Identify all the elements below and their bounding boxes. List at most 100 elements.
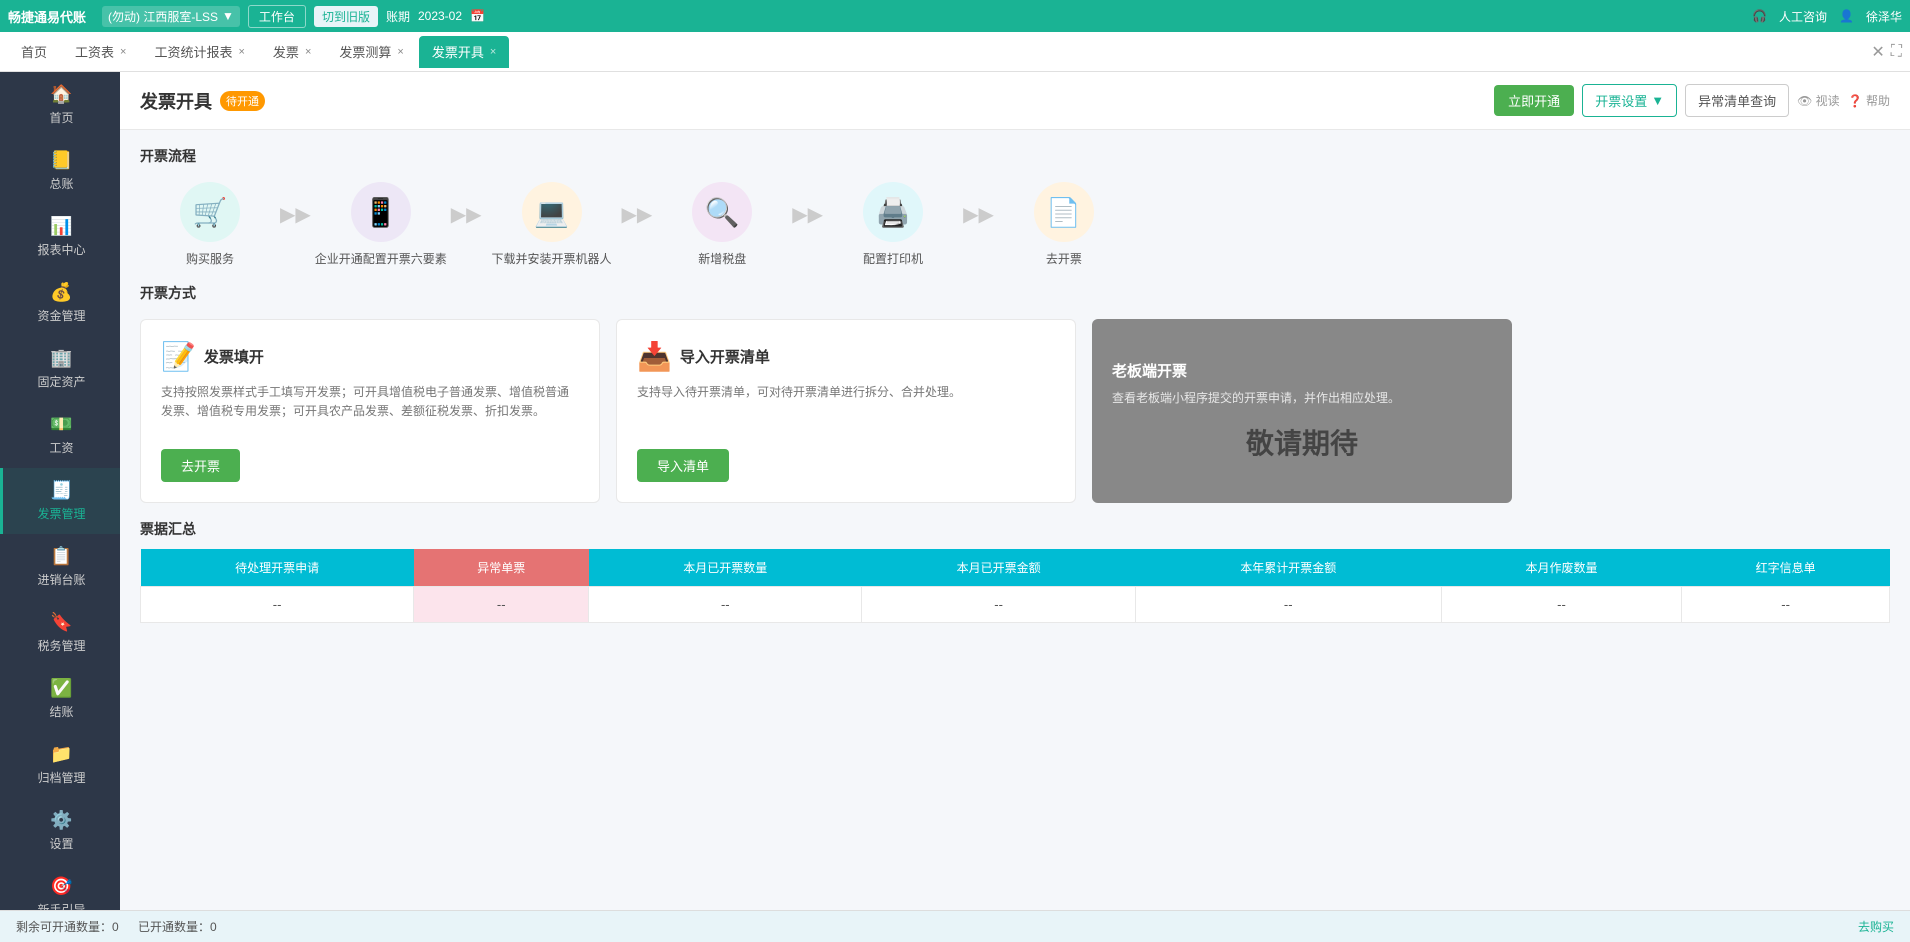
- settings-button[interactable]: 开票设置 ▼: [1582, 84, 1677, 117]
- tab-invoice-label: 发票: [273, 42, 299, 61]
- card-fill-icon: 📝: [161, 340, 196, 373]
- reports-icon: 📊: [50, 216, 72, 237]
- view-label[interactable]: 👁 视读: [1797, 92, 1840, 109]
- sidebar-label-settings: 设置: [49, 835, 73, 852]
- arrow-2: ▶▶: [622, 202, 653, 227]
- top-bar-right: 🎧 人工咨询 👤 徐泽华: [1752, 8, 1902, 25]
- sidebar-item-purchase-sales[interactable]: 📋 进销台账: [0, 534, 120, 600]
- sidebar-item-closing[interactable]: ✅ 结账: [0, 666, 120, 732]
- salary-icon: 💵: [50, 414, 72, 435]
- assets-icon: 🏢: [50, 348, 72, 369]
- switch-version-button[interactable]: 切到旧版: [314, 6, 378, 27]
- step-3-icon: 🔍: [692, 182, 752, 242]
- main-layout: 🏠 首页 📒 总账 📊 报表中心 💰 资金管理 🏢 固定资产 💵 工资 🧾 发票…: [0, 72, 1910, 910]
- sidebar-item-reports[interactable]: 📊 报表中心: [0, 204, 120, 270]
- period-value: 2023-02: [418, 9, 462, 23]
- tab-invoice[interactable]: 发票 ×: [260, 36, 324, 68]
- card-fill-title-row: 📝 发票填开: [161, 340, 579, 373]
- tab-expand-icon[interactable]: ⛶: [1891, 43, 1902, 61]
- top-bar-left: 畅捷通易代账 (勿动) 江西服室-LSS ▼ 工作台 切到旧版 账期 2023-…: [8, 5, 485, 28]
- sidebar-label-closing: 结账: [49, 703, 73, 720]
- import-list-button[interactable]: 导入清单: [637, 449, 729, 482]
- query-button[interactable]: 异常清单查询: [1685, 84, 1789, 117]
- tab-salary-report-close[interactable]: ×: [238, 46, 244, 58]
- step-5-icon: 📄: [1034, 182, 1094, 242]
- card-import-title-row: 📥 导入开票清单: [637, 340, 1055, 373]
- step-0-icon: 🛒: [180, 182, 240, 242]
- step-3-label: 新增税盘: [698, 250, 746, 267]
- tab-invoice-issue[interactable]: 发票开具 ×: [419, 36, 509, 68]
- sidebar-item-funds[interactable]: 💰 资金管理: [0, 270, 120, 336]
- sidebar-item-archive[interactable]: 📁 归档管理: [0, 732, 120, 798]
- tab-invoice-close[interactable]: ×: [305, 46, 311, 58]
- help-label[interactable]: ❓ 帮助: [1848, 92, 1890, 109]
- calendar-icon[interactable]: 📅: [470, 9, 485, 23]
- workspace-button[interactable]: 工作台: [248, 5, 306, 28]
- flow-step-0[interactable]: 🛒 购买服务: [140, 182, 280, 267]
- card-import-title: 导入开票清单: [680, 346, 770, 367]
- flow-step-4[interactable]: 🖨️ 配置打印机: [823, 182, 963, 267]
- tab-salary[interactable]: 工资表 ×: [62, 36, 139, 68]
- company-selector[interactable]: (勿动) 江西服室-LSS ▼: [102, 6, 240, 27]
- val-void-count: --: [1441, 587, 1681, 623]
- help-icon: ❓: [1848, 94, 1863, 108]
- tab-salary-label: 工资表: [75, 42, 114, 61]
- tab-close-icon[interactable]: ✕: [1871, 42, 1884, 62]
- summary-section: 票据汇总 待处理开票申请 异常单票 本月已开票数量 本月已开票金额 本年累计开票…: [120, 519, 1910, 639]
- flow-step-3[interactable]: 🔍 新增税盘: [652, 182, 792, 267]
- page-header: 发票开具 待开通 立即开通 开票设置 ▼ 异常清单查询 👁 视读 ❓ 帮助: [120, 72, 1910, 130]
- sidebar-item-salary[interactable]: 💵 工资: [0, 402, 120, 468]
- col-month-amount: 本月已开票金额: [862, 549, 1135, 587]
- method-title: 开票方式: [140, 283, 1890, 303]
- sidebar-item-home[interactable]: 🏠 首页: [0, 72, 120, 138]
- tab-invoice-calc-label: 发票测算: [339, 42, 391, 61]
- tab-home[interactable]: 首页: [8, 36, 60, 68]
- sidebar-item-settings[interactable]: ⚙️ 设置: [0, 798, 120, 864]
- card-fill-desc: 支持按照发票样式手工填写开发票；可开具增值税电子普通发票、增值税普通发票、增值税…: [161, 383, 579, 433]
- sidebar-label-tax: 税务管理: [37, 637, 85, 654]
- val-red-note: --: [1682, 587, 1890, 623]
- company-label: (勿动) 江西服室-LSS: [108, 8, 218, 25]
- sidebar-item-assets[interactable]: 🏢 固定资产: [0, 336, 120, 402]
- go-buy-link[interactable]: 去购买: [1858, 918, 1894, 935]
- tab-invoice-issue-close[interactable]: ×: [490, 46, 496, 58]
- tab-salary-report[interactable]: 工资统计报表 ×: [141, 36, 257, 68]
- sidebar-item-tax[interactable]: 🔖 税务管理: [0, 600, 120, 666]
- settings-label: 开票设置: [1595, 91, 1647, 110]
- home-icon: 🏠: [50, 84, 72, 105]
- col-pending: 待处理开票申请: [141, 549, 414, 587]
- step-1-icon: 📱: [351, 182, 411, 242]
- summary-data-row: -- -- -- -- -- -- --: [141, 587, 1890, 623]
- col-abnormal: 异常单票: [414, 549, 589, 587]
- tab-invoice-calc[interactable]: 发票测算 ×: [326, 36, 416, 68]
- go-issue-button[interactable]: 去开票: [161, 449, 240, 482]
- flow-step-2[interactable]: 💻 下载并安装开票机器人: [482, 182, 622, 267]
- immediate-open-button[interactable]: 立即开通: [1494, 85, 1574, 116]
- opened-label: 已开通数量：0: [138, 920, 217, 934]
- val-month-amount: --: [862, 587, 1135, 623]
- tab-invoice-calc-close[interactable]: ×: [397, 46, 403, 58]
- flow-step-5[interactable]: 📄 去开票: [994, 182, 1134, 267]
- page-actions: 立即开通 开票设置 ▼ 异常清单查询 👁 视读 ❓ 帮助: [1494, 84, 1890, 117]
- old-terminal-card: 老板端开票 查看老板端小程序提交的开票申请，并作出相应处理。 敬请期待: [1092, 319, 1512, 503]
- summary-title: 票据汇总: [140, 519, 1890, 539]
- col-void-count: 本月作废数量: [1441, 549, 1681, 587]
- purchase-sales-icon: 📋: [50, 546, 72, 567]
- sidebar-item-guide[interactable]: 🎯 新手引导: [0, 864, 120, 910]
- old-terminal-desc: 查看老板端小程序提交的开票申请，并作出相应处理。: [1112, 389, 1400, 406]
- sidebar-label-reports: 报表中心: [37, 241, 85, 258]
- sidebar-item-invoice-mgmt[interactable]: 🧾 发票管理: [0, 468, 120, 534]
- user-label[interactable]: 徐泽华: [1866, 8, 1902, 25]
- tab-salary-close[interactable]: ×: [120, 46, 126, 58]
- sidebar-label-archive: 归档管理: [37, 769, 85, 786]
- service-label[interactable]: 人工咨询: [1779, 8, 1827, 25]
- card-fill-title: 发票填开: [204, 346, 264, 367]
- settings-dropdown-icon: ▼: [1651, 93, 1664, 108]
- val-year-amount: --: [1135, 587, 1441, 623]
- app-logo: 畅捷通易代账: [8, 7, 86, 26]
- sidebar-item-ledger[interactable]: 📒 总账: [0, 138, 120, 204]
- method-cards: 📝 发票填开 支持按照发票样式手工填写开发票；可开具增值税电子普通发票、增值税普…: [140, 319, 1890, 503]
- method-card-import: 📥 导入开票清单 支持导入待开票清单，可对待开票清单进行拆分、合并处理。 导入清…: [616, 319, 1076, 503]
- step-4-label: 配置打印机: [863, 250, 923, 267]
- flow-step-1[interactable]: 📱 企业开通配置开票六要素: [311, 182, 451, 267]
